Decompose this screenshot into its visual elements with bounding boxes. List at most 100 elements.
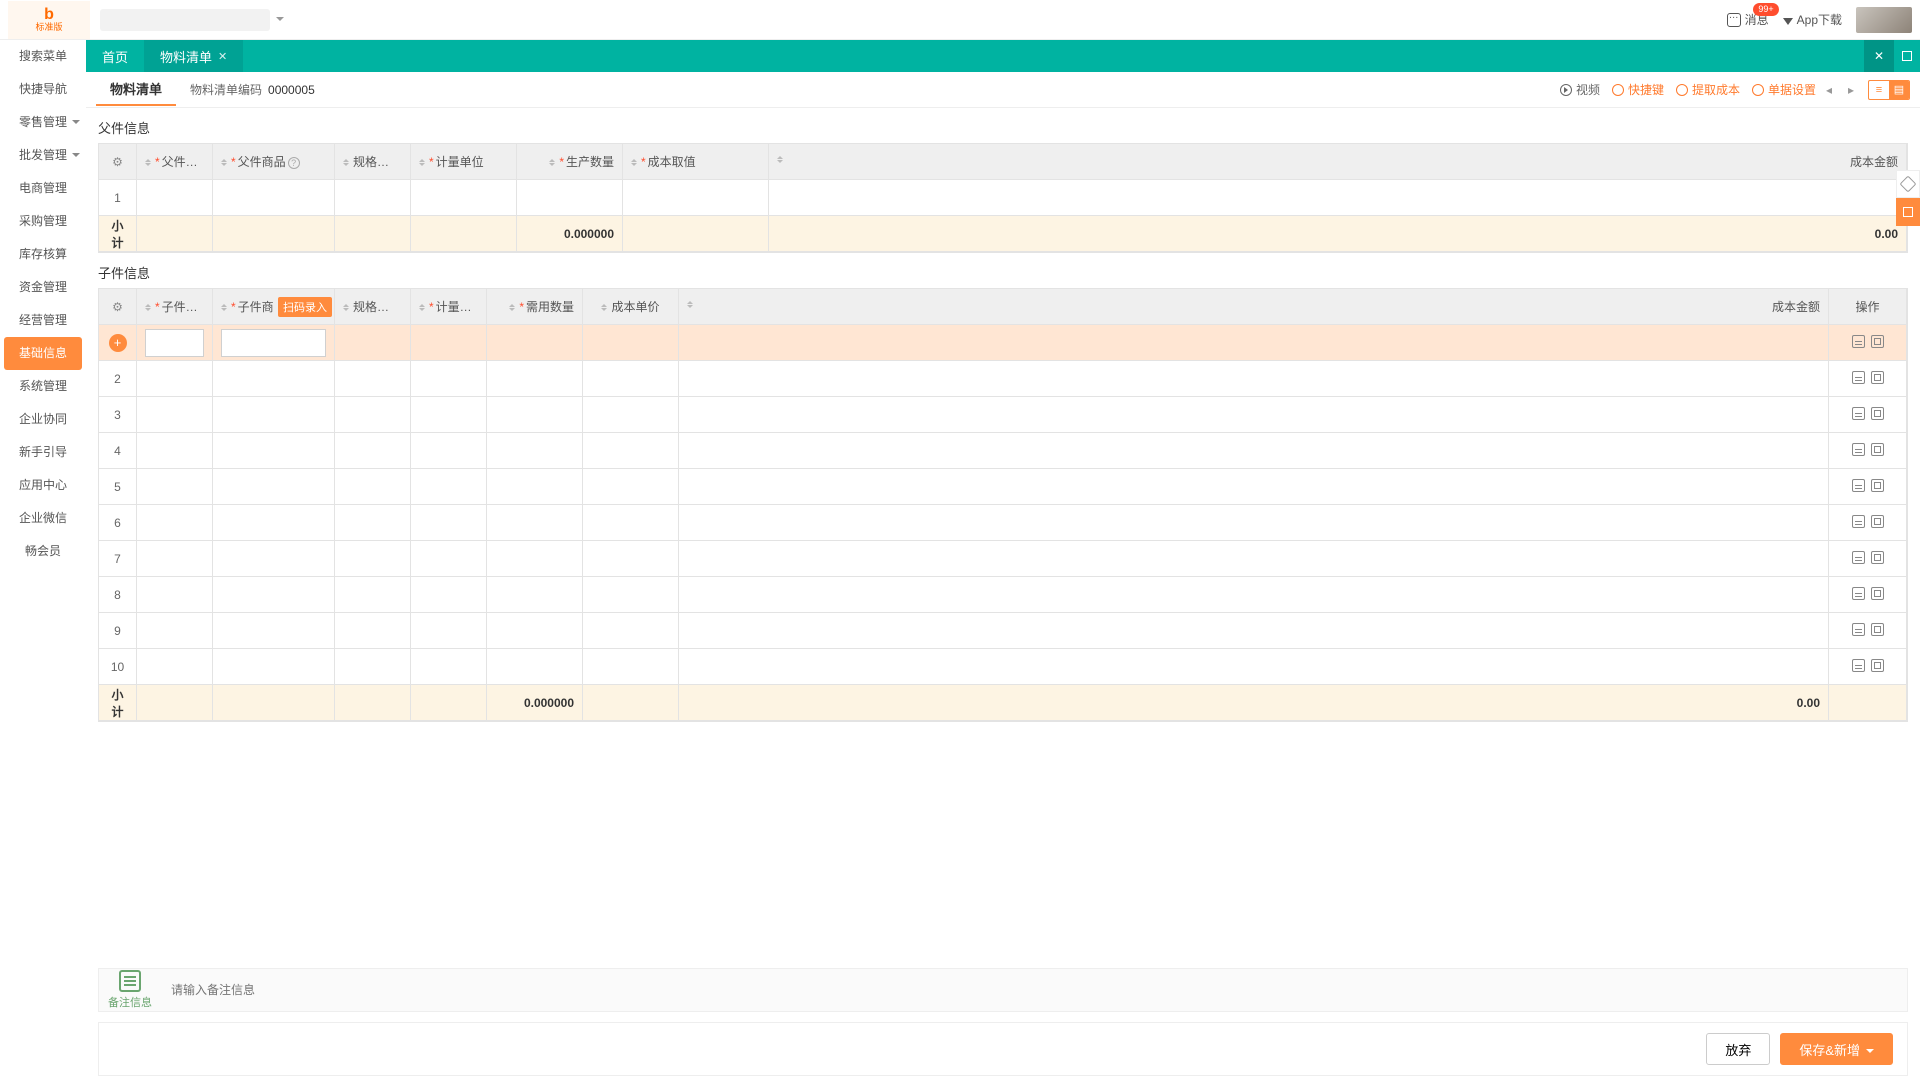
col-parent-qty[interactable]: 生产数量: [517, 144, 623, 180]
sidebar-item-guide[interactable]: 新手引导: [0, 436, 86, 469]
sidebar-item-member[interactable]: 畅会员: [0, 535, 86, 568]
sidebar-item-inventory[interactable]: 库存核算: [0, 238, 86, 271]
view-form[interactable]: ▤: [1889, 81, 1909, 99]
user-avatar[interactable]: [1856, 7, 1912, 33]
delete-row-button[interactable]: [1852, 335, 1865, 348]
copy-row-button[interactable]: [1871, 335, 1884, 348]
child-row[interactable]: 9: [99, 613, 1907, 649]
fullscreen-button[interactable]: [1894, 40, 1920, 72]
sidebar-item-wechat[interactable]: 企业微信: [0, 502, 86, 535]
sidebar-item-funds[interactable]: 资金管理: [0, 271, 86, 304]
child-row[interactable]: 8: [99, 577, 1907, 613]
child-row[interactable]: 4: [99, 433, 1907, 469]
view-list[interactable]: ≡: [1869, 81, 1889, 99]
col-child-code[interactable]: 子件…: [137, 289, 213, 325]
child-row[interactable]: 2: [99, 361, 1907, 397]
copy-row-button[interactable]: [1871, 443, 1884, 456]
sidebar-item-business[interactable]: 经营管理: [0, 304, 86, 337]
delete-row-button[interactable]: [1852, 659, 1865, 672]
sidebar-item-basic-info[interactable]: 基础信息: [4, 337, 82, 370]
col-parent-cost-amt[interactable]: 成本金额: [769, 144, 1907, 180]
col-child-spec[interactable]: 规格…: [335, 289, 411, 325]
remark-input[interactable]: [161, 969, 1907, 1011]
copy-row-button[interactable]: [1871, 587, 1884, 600]
col-child-amt[interactable]: 成本金额: [679, 289, 1829, 325]
chevron-down-icon: [72, 120, 80, 128]
child-row[interactable]: 3: [99, 397, 1907, 433]
sidebar-item-retail[interactable]: 零售管理: [0, 106, 86, 139]
rail-edit[interactable]: [1896, 170, 1920, 198]
doc-code: 0000005: [268, 83, 315, 97]
copy-row-button[interactable]: [1871, 515, 1884, 528]
col-parent-spec[interactable]: 规格…: [335, 144, 411, 180]
save-and-new-button[interactable]: 保存&新增: [1780, 1033, 1893, 1065]
child-subtotal-amt: 0.00: [679, 685, 1829, 721]
delete-row-button[interactable]: [1852, 443, 1865, 456]
row-index: 9: [99, 613, 137, 649]
rail-expand[interactable]: [1896, 198, 1920, 226]
row-index: 10: [99, 649, 137, 685]
nav-prev[interactable]: ◂: [1820, 81, 1838, 99]
delete-row-button[interactable]: [1852, 587, 1865, 600]
sidebar-item-system[interactable]: 系统管理: [0, 370, 86, 403]
sidebar-item-search[interactable]: 搜索菜单: [0, 40, 86, 73]
help-icon[interactable]: ?: [288, 157, 300, 169]
copy-row-button[interactable]: [1871, 479, 1884, 492]
tab-bom[interactable]: 物料清单✕: [144, 40, 243, 72]
copy-row-button[interactable]: [1871, 623, 1884, 636]
delete-row-button[interactable]: [1852, 551, 1865, 564]
tool-doc-setting[interactable]: 单据设置: [1752, 81, 1816, 98]
messages-button[interactable]: 消息 99+: [1727, 11, 1769, 28]
delete-row-button[interactable]: [1852, 479, 1865, 492]
close-icon[interactable]: ✕: [218, 50, 227, 63]
tab-home[interactable]: 首页: [86, 40, 144, 72]
sidebar-item-quicknav[interactable]: 快捷导航: [0, 73, 86, 106]
col-child-qty[interactable]: 需用数量: [487, 289, 583, 325]
delete-row-button[interactable]: [1852, 515, 1865, 528]
delete-row-button[interactable]: [1852, 371, 1865, 384]
company-selector[interactable]: [100, 9, 270, 31]
tool-video[interactable]: 视频: [1560, 81, 1600, 98]
child-row[interactable]: 6: [99, 505, 1907, 541]
subtab-bom[interactable]: 物料清单: [96, 73, 176, 106]
child-product-input[interactable]: [221, 329, 326, 357]
col-parent-product[interactable]: 父件商品?: [213, 144, 335, 180]
col-child-price[interactable]: 成本单价: [583, 289, 679, 325]
scan-input-tag[interactable]: 扫码录入: [278, 297, 332, 317]
parent-subtotal: 小计 0.000000 0.00: [99, 216, 1907, 252]
col-gear[interactable]: ⚙: [99, 144, 137, 180]
nav-next[interactable]: ▸: [1842, 81, 1860, 99]
view-toggle: ≡ ▤: [1868, 80, 1910, 100]
tool-extract-cost[interactable]: 提取成本: [1676, 81, 1740, 98]
child-row[interactable]: 5: [99, 469, 1907, 505]
tool-shortcut[interactable]: 快捷键: [1612, 81, 1664, 98]
add-row-button[interactable]: +: [109, 334, 127, 352]
discard-button[interactable]: 放弃: [1706, 1033, 1770, 1065]
child-row[interactable]: 7: [99, 541, 1907, 577]
col-parent-code[interactable]: 父件…: [137, 144, 213, 180]
sidebar-item-apps[interactable]: 应用中心: [0, 469, 86, 502]
tab-close-all[interactable]: ✕: [1864, 40, 1894, 72]
sidebar-item-collab[interactable]: 企业协同: [0, 403, 86, 436]
child-row[interactable]: 10: [99, 649, 1907, 685]
col-gear[interactable]: ⚙: [99, 289, 137, 325]
col-child-product[interactable]: 子件商扫码录入: [213, 289, 335, 325]
copy-row-button[interactable]: [1871, 407, 1884, 420]
col-parent-unit[interactable]: 计量单位: [411, 144, 517, 180]
sidebar-item-ecommerce[interactable]: 电商管理: [0, 172, 86, 205]
sidebar-item-purchase[interactable]: 采购管理: [0, 205, 86, 238]
copy-row-button[interactable]: [1871, 551, 1884, 564]
delete-row-button[interactable]: [1852, 407, 1865, 420]
sidebar-item-wholesale[interactable]: 批发管理: [0, 139, 86, 172]
parent-row[interactable]: 1: [99, 180, 1907, 216]
app-download-button[interactable]: App下载: [1783, 11, 1842, 28]
col-parent-cost-src[interactable]: 成本取值: [623, 144, 769, 180]
copy-row-button[interactable]: [1871, 659, 1884, 672]
child-code-input[interactable]: [145, 329, 204, 357]
delete-row-button[interactable]: [1852, 623, 1865, 636]
top-header: b 标准版 消息 99+ App下载: [0, 0, 1920, 40]
child-row[interactable]: +: [99, 325, 1907, 361]
copy-row-button[interactable]: [1871, 371, 1884, 384]
chevron-down-icon: [72, 153, 80, 161]
col-child-unit[interactable]: 计量…: [411, 289, 487, 325]
